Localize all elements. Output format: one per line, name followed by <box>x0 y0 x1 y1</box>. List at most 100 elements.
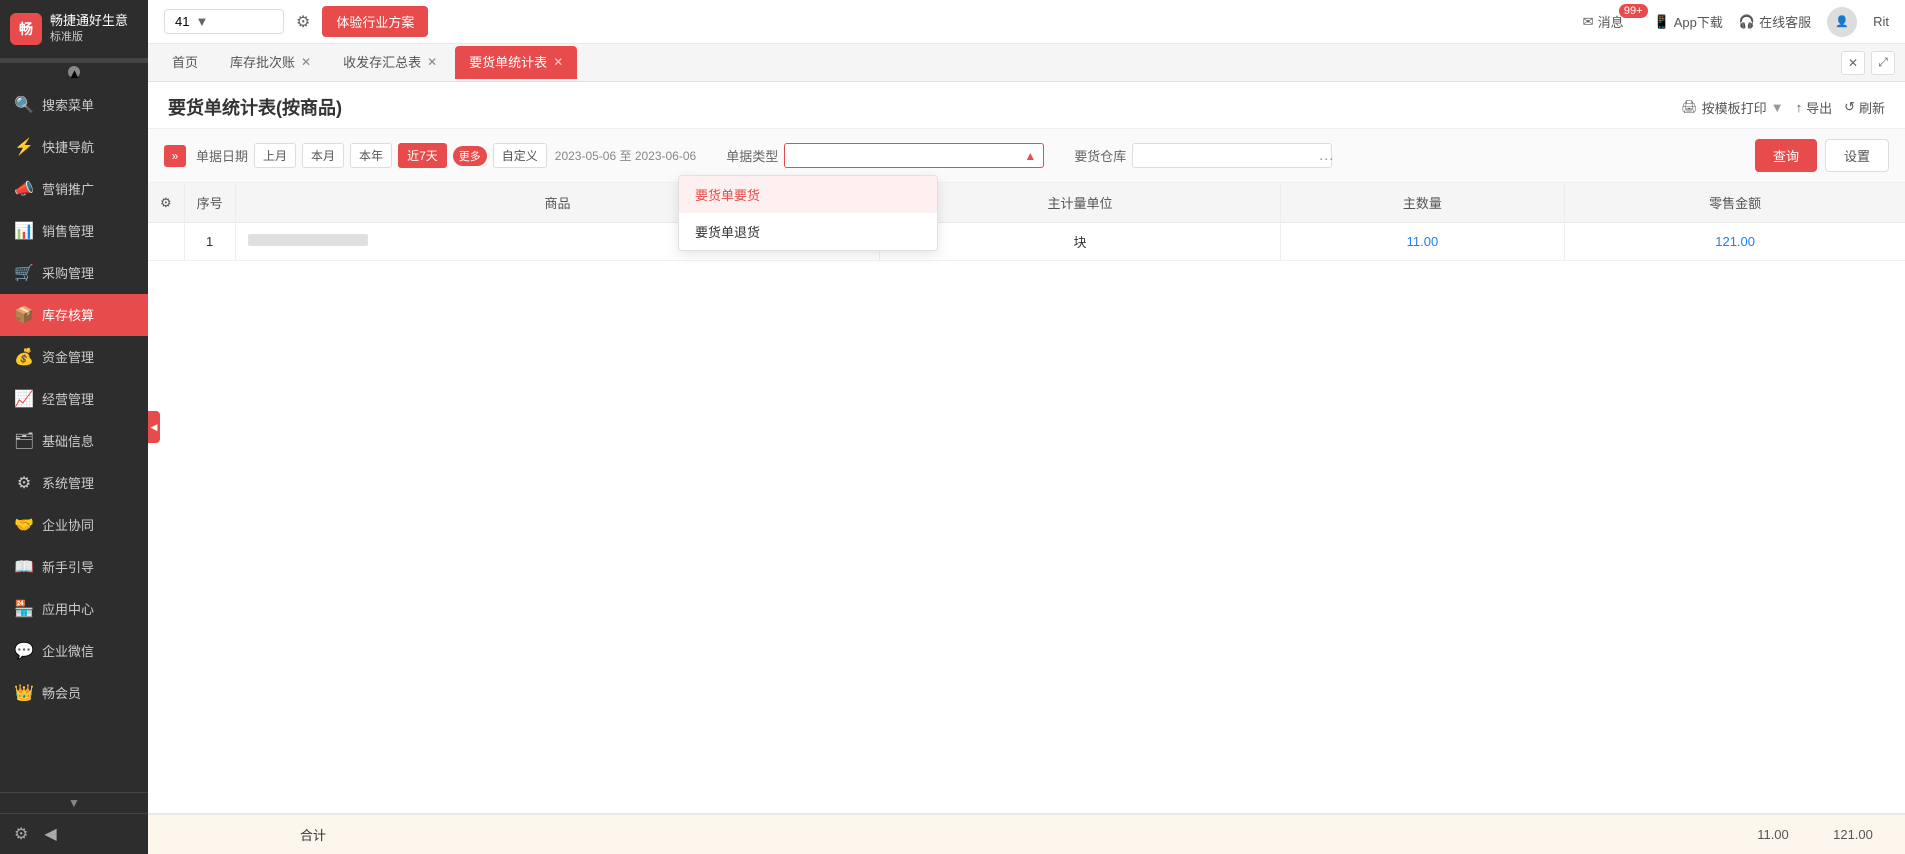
query-button[interactable]: 查询 <box>1755 139 1817 172</box>
sidebar-item-enterprise[interactable]: 🤝 企业协同 <box>0 504 148 546</box>
sidebar-item-marketing[interactable]: 📣 营销推广 <box>0 168 148 210</box>
tab-close-all-btn[interactable]: ✕ <box>1841 51 1865 75</box>
company-selector[interactable]: 41 ▼ <box>164 9 284 34</box>
basics-icon: 🗂 <box>14 431 34 451</box>
type-filter-group: 单据类型 ▲ <box>726 143 1044 168</box>
date-last-month-btn[interactable]: 上月 <box>254 143 296 168</box>
warehouse-filter-input[interactable] <box>1132 143 1332 168</box>
tab-close-collect-summary[interactable]: ✕ <box>427 56 437 68</box>
row-quantity-link[interactable]: 11.00 <box>1407 234 1439 249</box>
headset-icon: 🎧 <box>1739 14 1755 30</box>
sidebar-item-basics[interactable]: 🗂 基础信息 <box>0 420 148 462</box>
sidebar-item-finance[interactable]: 💰 资金管理 <box>0 336 148 378</box>
date-more-badge[interactable]: 更多 <box>453 146 487 166</box>
refresh-button[interactable]: ↺ 刷新 <box>1844 98 1885 117</box>
type-filter-chevron-icon[interactable]: ▲ <box>1024 149 1036 163</box>
phone-icon: 📱 <box>1654 14 1670 30</box>
footer-total-label: 合计 <box>300 825 326 844</box>
collapse-footer-btn[interactable]: ◀ <box>44 824 56 844</box>
appstore-icon: 🏪 <box>14 599 34 619</box>
scroll-up-btn[interactable]: ▲ <box>68 66 80 78</box>
message-icon: ✉ <box>1583 14 1594 30</box>
topbar: 41 ▼ ⚙ 体验行业方案 ✉ 消息 99+ 📱 App下载 🎧 在线客服 👤 … <box>148 0 1905 44</box>
avatar[interactable]: 👤 <box>1827 7 1857 37</box>
type-filter-input[interactable] <box>784 143 1044 168</box>
sidebar: 畅 畅捷通好生意 标准版 ▲ 🔍 搜索菜单 ⚡ 快捷导航 📣 营销推广 📊 销售… <box>0 0 148 854</box>
date-7days-btn[interactable]: 近7天 <box>398 143 447 168</box>
row-seq-cell: 1 <box>184 223 235 261</box>
sidebar-item-wecom[interactable]: 💬 企业微信 <box>0 630 148 672</box>
tab-home[interactable]: 首页 <box>158 46 212 79</box>
messages-badge: 99+ <box>1619 4 1648 18</box>
settings-footer-btn[interactable]: ⚙ <box>14 824 28 844</box>
tab-inventory-batch[interactable]: 库存批次账 ✕ <box>216 46 325 79</box>
system-icon: ⚙ <box>14 473 34 493</box>
sidebar-item-guide[interactable]: 📖 新手引导 <box>0 546 148 588</box>
user-name: Rit <box>1873 14 1889 29</box>
promo-button[interactable]: 体验行业方案 <box>322 6 428 37</box>
settings-button[interactable]: 设置 <box>1825 139 1889 172</box>
user-avatar-img: 👤 <box>1835 15 1849 28</box>
print-button[interactable]: 🖨 按模板打印 ▼ <box>1681 98 1783 117</box>
tab-expand-btn[interactable]: ⤢ <box>1871 51 1895 75</box>
sidebar-logo: 畅 畅捷通好生意 标准版 <box>0 0 148 59</box>
row-unit-cell: 块 <box>880 223 1280 261</box>
main-content: 41 ▼ ⚙ 体验行业方案 ✉ 消息 99+ 📱 App下载 🎧 在线客服 👤 … <box>148 0 1905 854</box>
data-table: ⚙ 序号 商品 主计量单位 主数量 零售金额 1 <box>148 183 1905 261</box>
tab-close-order-summary[interactable]: ✕ <box>553 56 563 68</box>
data-table-wrapper: ⚙ 序号 商品 主计量单位 主数量 零售金额 1 <box>148 183 1905 813</box>
page-title: 要货单统计表(按商品) <box>168 94 342 120</box>
app-download-btn[interactable]: 📱 App下载 <box>1654 12 1723 31</box>
logo-text: 畅捷通好生意 标准版 <box>50 12 128 46</box>
page-header-actions: 🖨 按模板打印 ▼ ↑ 导出 ↺ 刷新 <box>1681 98 1885 117</box>
table-seq-th: 序号 <box>184 183 235 223</box>
sidebar-item-system[interactable]: ⚙ 系统管理 <box>0 462 148 504</box>
type-dropdown: 要货单要货 要货单退货 <box>678 175 938 251</box>
warehouse-filter-group: 要货仓库 … <box>1074 143 1334 168</box>
sidebar-item-quicknav[interactable]: ⚡ 快捷导航 <box>0 126 148 168</box>
sidebar-item-search[interactable]: 🔍 搜索菜单 <box>0 84 148 126</box>
export-icon: ↑ <box>1796 100 1803 115</box>
row-amount-link[interactable]: 121.00 <box>1715 234 1755 249</box>
sales-icon: 📊 <box>14 221 34 241</box>
sidebar-item-sales[interactable]: 📊 销售管理 <box>0 210 148 252</box>
warehouse-dots-icon[interactable]: … <box>1318 147 1334 165</box>
tab-close-inventory-batch[interactable]: ✕ <box>301 56 311 68</box>
scroll-down-btn[interactable]: ▼ <box>0 796 148 810</box>
print-icon: 🖨 <box>1681 99 1698 115</box>
footer-quantity-val: 11.00 <box>1733 827 1813 842</box>
sidebar-footer: ⚙ ◀ <box>0 813 148 854</box>
table-settings-th[interactable]: ⚙ <box>148 183 184 223</box>
tabbar: 首页 库存批次账 ✕ 收发存汇总表 ✕ 要货单统计表 ✕ ✕ ⤢ <box>148 44 1905 82</box>
sidebar-toggle-btn[interactable]: ◀ <box>148 411 160 443</box>
date-custom-btn[interactable]: 自定义 <box>493 143 547 168</box>
search-icon: 🔍 <box>14 95 34 115</box>
date-range-text: 2023-05-06 至 2023-06-06 <box>555 147 696 164</box>
dropdown-item-order-return[interactable]: 要货单退货 <box>679 213 937 250</box>
date-this-year-btn[interactable]: 本年 <box>350 143 392 168</box>
guide-icon: 📖 <box>14 557 34 577</box>
table-settings-icon: ⚙ <box>160 195 172 210</box>
sidebar-item-appstore[interactable]: 🏪 应用中心 <box>0 588 148 630</box>
row-settings-cell <box>148 223 184 261</box>
dropdown-item-order-goods[interactable]: 要货单要货 <box>679 176 937 213</box>
filter-expand-btn[interactable]: » <box>164 145 186 167</box>
enterprise-icon: 🤝 <box>14 515 34 535</box>
sidebar-item-member[interactable]: 👑 畅会员 <box>0 672 148 714</box>
topbar-settings-icon[interactable]: ⚙ <box>296 12 310 32</box>
sidebar-item-purchase[interactable]: 🛒 采购管理 <box>0 252 148 294</box>
messages-btn[interactable]: ✉ 消息 99+ <box>1583 12 1638 31</box>
online-service-btn[interactable]: 🎧 在线客服 <box>1739 12 1811 31</box>
sidebar-item-inventory[interactable]: 📦 库存核算 <box>0 294 148 336</box>
row-amount-cell: 121.00 <box>1565 223 1905 261</box>
table-row: 1 块 11.00 121.00 <box>148 223 1905 261</box>
marketing-icon: 📣 <box>14 179 34 199</box>
row-quantity-cell: 11.00 <box>1280 223 1565 261</box>
date-this-month-btn[interactable]: 本月 <box>302 143 344 168</box>
page-content: 要货单统计表(按商品) 🖨 按模板打印 ▼ ↑ 导出 ↺ 刷新 » <box>148 82 1905 854</box>
tab-order-summary[interactable]: 要货单统计表 ✕ <box>455 46 577 79</box>
sidebar-item-operations[interactable]: 📈 经营管理 <box>0 378 148 420</box>
export-button[interactable]: ↑ 导出 <box>1796 98 1833 117</box>
tab-collect-summary[interactable]: 收发存汇总表 ✕ <box>329 46 451 79</box>
footer-amount-val: 121.00 <box>1813 827 1893 842</box>
